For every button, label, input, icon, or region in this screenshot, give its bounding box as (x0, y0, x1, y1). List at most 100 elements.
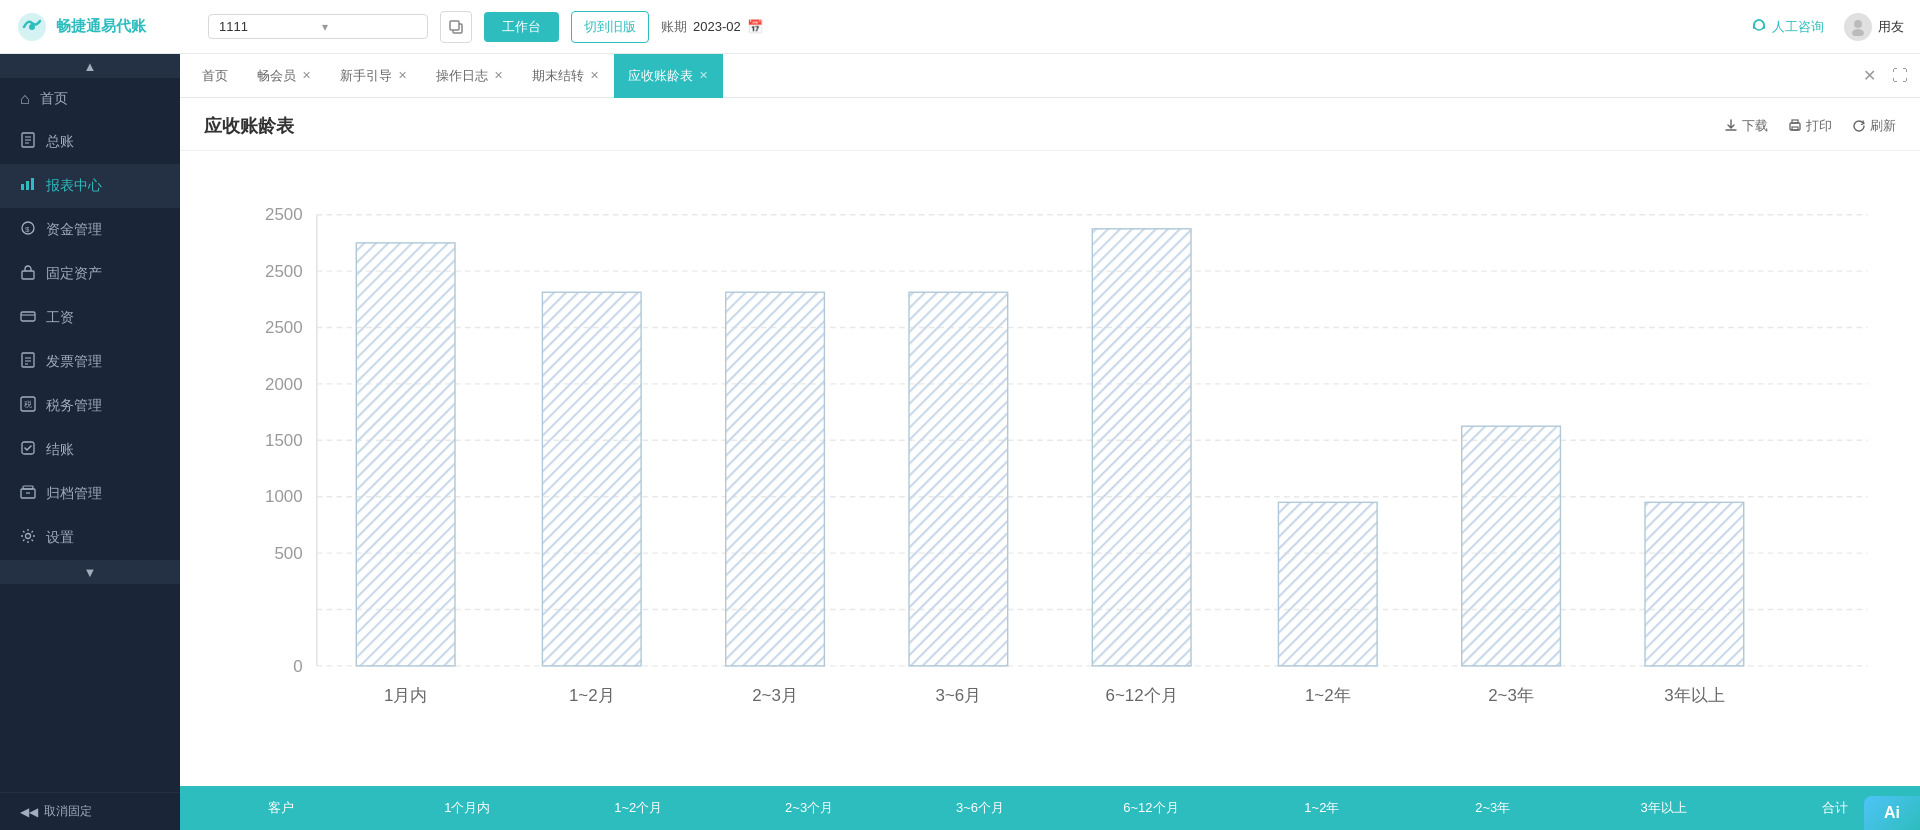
sidebar-item-settlement[interactable]: 结账 (0, 428, 180, 472)
period-area: 账期 2023-02 📅 (661, 18, 763, 36)
sidebar-item-home[interactable]: ⌂ 首页 (0, 78, 180, 120)
svg-rect-66 (1462, 426, 1561, 666)
switch-version-button[interactable]: 切到旧版 (571, 11, 649, 43)
svg-text:2~3年: 2~3年 (1488, 686, 1534, 705)
svg-text:6~12个月: 6~12个月 (1106, 686, 1178, 705)
sidebar-scroll-up[interactable]: ▲ (0, 54, 180, 78)
archive-icon (20, 484, 36, 504)
svg-text:2500: 2500 (265, 262, 303, 281)
svg-text:3~6月: 3~6月 (936, 686, 982, 705)
page-content: 应收账龄表 下载 打印 (180, 98, 1920, 830)
headset-icon (1750, 18, 1768, 36)
aging-chart: 2500 2500 2500 2000 1500 1000 500 0 (204, 167, 1896, 770)
sidebar-scroll-down[interactable]: ▼ (0, 560, 180, 584)
tab-guide-close[interactable]: ✕ (398, 69, 407, 82)
tax-icon: 税 (20, 396, 36, 416)
col-1-2month: 1~2个月 (553, 799, 724, 817)
user-area[interactable]: 用友 (1844, 13, 1904, 41)
page-title: 应收账龄表 (204, 114, 294, 138)
sidebar-item-tax[interactable]: 税 税务管理 (0, 384, 180, 428)
ledger-icon (20, 132, 36, 152)
svg-text:2500: 2500 (265, 205, 303, 224)
calendar-icon[interactable]: 📅 (747, 19, 763, 34)
refresh-button[interactable]: 刷新 (1852, 117, 1896, 135)
svg-rect-60 (909, 292, 1008, 666)
table-header: 客户 1个月内 1~2个月 2~3个月 3~6个月 6~12个月 1~2年 2~… (180, 786, 1920, 830)
svg-text:税: 税 (24, 400, 32, 409)
svg-text:3年以上: 3年以上 (1664, 686, 1724, 705)
svg-point-8 (1852, 29, 1864, 36)
reports-icon (20, 176, 36, 196)
copy-icon (448, 19, 464, 35)
col-6-12month: 6~12个月 (1066, 799, 1237, 817)
svg-rect-56 (542, 292, 641, 666)
sidebar-label-ledger: 总账 (46, 133, 74, 151)
svg-rect-64 (1278, 502, 1377, 666)
consult-label: 人工咨询 (1772, 18, 1824, 36)
svg-text:500: 500 (274, 544, 302, 563)
app-header: 畅捷通易代账 1111 ▾ 工作台 切到旧版 账期 2023-02 📅 人工咨询 (0, 0, 1920, 54)
tab-member[interactable]: 畅会员 ✕ (243, 54, 326, 98)
tab-guide[interactable]: 新手引导 ✕ (326, 54, 422, 98)
col-customer: 客户 (180, 799, 382, 817)
tab-aging[interactable]: 应收账龄表 ✕ (614, 54, 723, 98)
col-3year-plus: 3年以上 (1578, 799, 1749, 817)
sidebar-collapse-button[interactable]: ◀◀ 取消固定 (0, 792, 180, 830)
sidebar-item-archive[interactable]: 归档管理 (0, 472, 180, 516)
tab-aging-close[interactable]: ✕ (699, 69, 708, 82)
maximize-tab-button[interactable]: ⛶ (1888, 63, 1912, 89)
workbench-button[interactable]: 工作台 (484, 12, 559, 42)
svg-text:1~2月: 1~2月 (569, 686, 615, 705)
sidebar-item-invoice[interactable]: 发票管理 (0, 340, 180, 384)
svg-text:2000: 2000 (265, 375, 303, 394)
sidebar-label-home: 首页 (40, 90, 68, 108)
svg-point-1 (29, 24, 35, 30)
download-label: 下载 (1742, 117, 1768, 135)
svg-rect-54 (356, 243, 455, 666)
tab-log-close[interactable]: ✕ (494, 69, 503, 82)
svg-rect-21 (22, 353, 34, 367)
chevron-down-icon: ▾ (322, 20, 417, 34)
sidebar-label-invoice: 发票管理 (46, 353, 102, 371)
ai-badge[interactable]: Ai (1864, 796, 1920, 830)
logo-icon (16, 11, 48, 43)
sidebar-item-finance[interactable]: $ 资金管理 (0, 208, 180, 252)
col-2-3month: 2~3个月 (724, 799, 895, 817)
sidebar-item-assets[interactable]: 固定资产 (0, 252, 180, 296)
sidebar-item-ledger[interactable]: 总账 (0, 120, 180, 164)
sidebar-item-reports[interactable]: 报表中心 (0, 164, 180, 208)
company-name: 1111 (219, 19, 314, 34)
avatar-icon (1849, 18, 1867, 36)
page-actions: 下载 打印 (1724, 117, 1896, 135)
copy-button[interactable] (440, 11, 472, 43)
period-value: 2023-02 (693, 19, 741, 34)
tab-period-end-close[interactable]: ✕ (590, 69, 599, 82)
download-button[interactable]: 下载 (1724, 117, 1768, 135)
close-tab-button[interactable]: ✕ (1859, 62, 1880, 89)
tab-period-end[interactable]: 期末结转 ✕ (518, 54, 614, 98)
svg-rect-3 (450, 21, 459, 30)
tab-member-label: 畅会员 (257, 67, 296, 85)
svg-rect-33 (1792, 120, 1798, 123)
tab-guide-label: 新手引导 (340, 67, 392, 85)
svg-point-7 (1854, 20, 1862, 28)
svg-rect-14 (26, 181, 29, 190)
content-area: 首页 畅会员 ✕ 新手引导 ✕ 操作日志 ✕ 期末结转 ✕ 应收账龄表 ✕ (180, 54, 1920, 830)
svg-text:1~2年: 1~2年 (1305, 686, 1351, 705)
print-button[interactable]: 打印 (1788, 117, 1832, 135)
col-2-3year: 2~3年 (1407, 799, 1578, 817)
sidebar-item-settings[interactable]: 设置 (0, 516, 180, 560)
tab-member-close[interactable]: ✕ (302, 69, 311, 82)
print-label: 打印 (1806, 117, 1832, 135)
consult-button[interactable]: 人工咨询 (1750, 18, 1824, 36)
page-header: 应收账龄表 下载 打印 (180, 98, 1920, 151)
tab-log[interactable]: 操作日志 ✕ (422, 54, 518, 98)
tab-home[interactable]: 首页 (188, 54, 243, 98)
tab-home-label: 首页 (202, 67, 228, 85)
sidebar-item-salary[interactable]: 工资 (0, 296, 180, 340)
sidebar-label-finance: 资金管理 (46, 221, 102, 239)
tabs-actions: ✕ ⛶ (1859, 62, 1912, 89)
svg-rect-13 (21, 184, 24, 190)
chart-container: 2500 2500 2500 2000 1500 1000 500 0 (180, 151, 1920, 786)
company-selector[interactable]: 1111 ▾ (208, 14, 428, 39)
